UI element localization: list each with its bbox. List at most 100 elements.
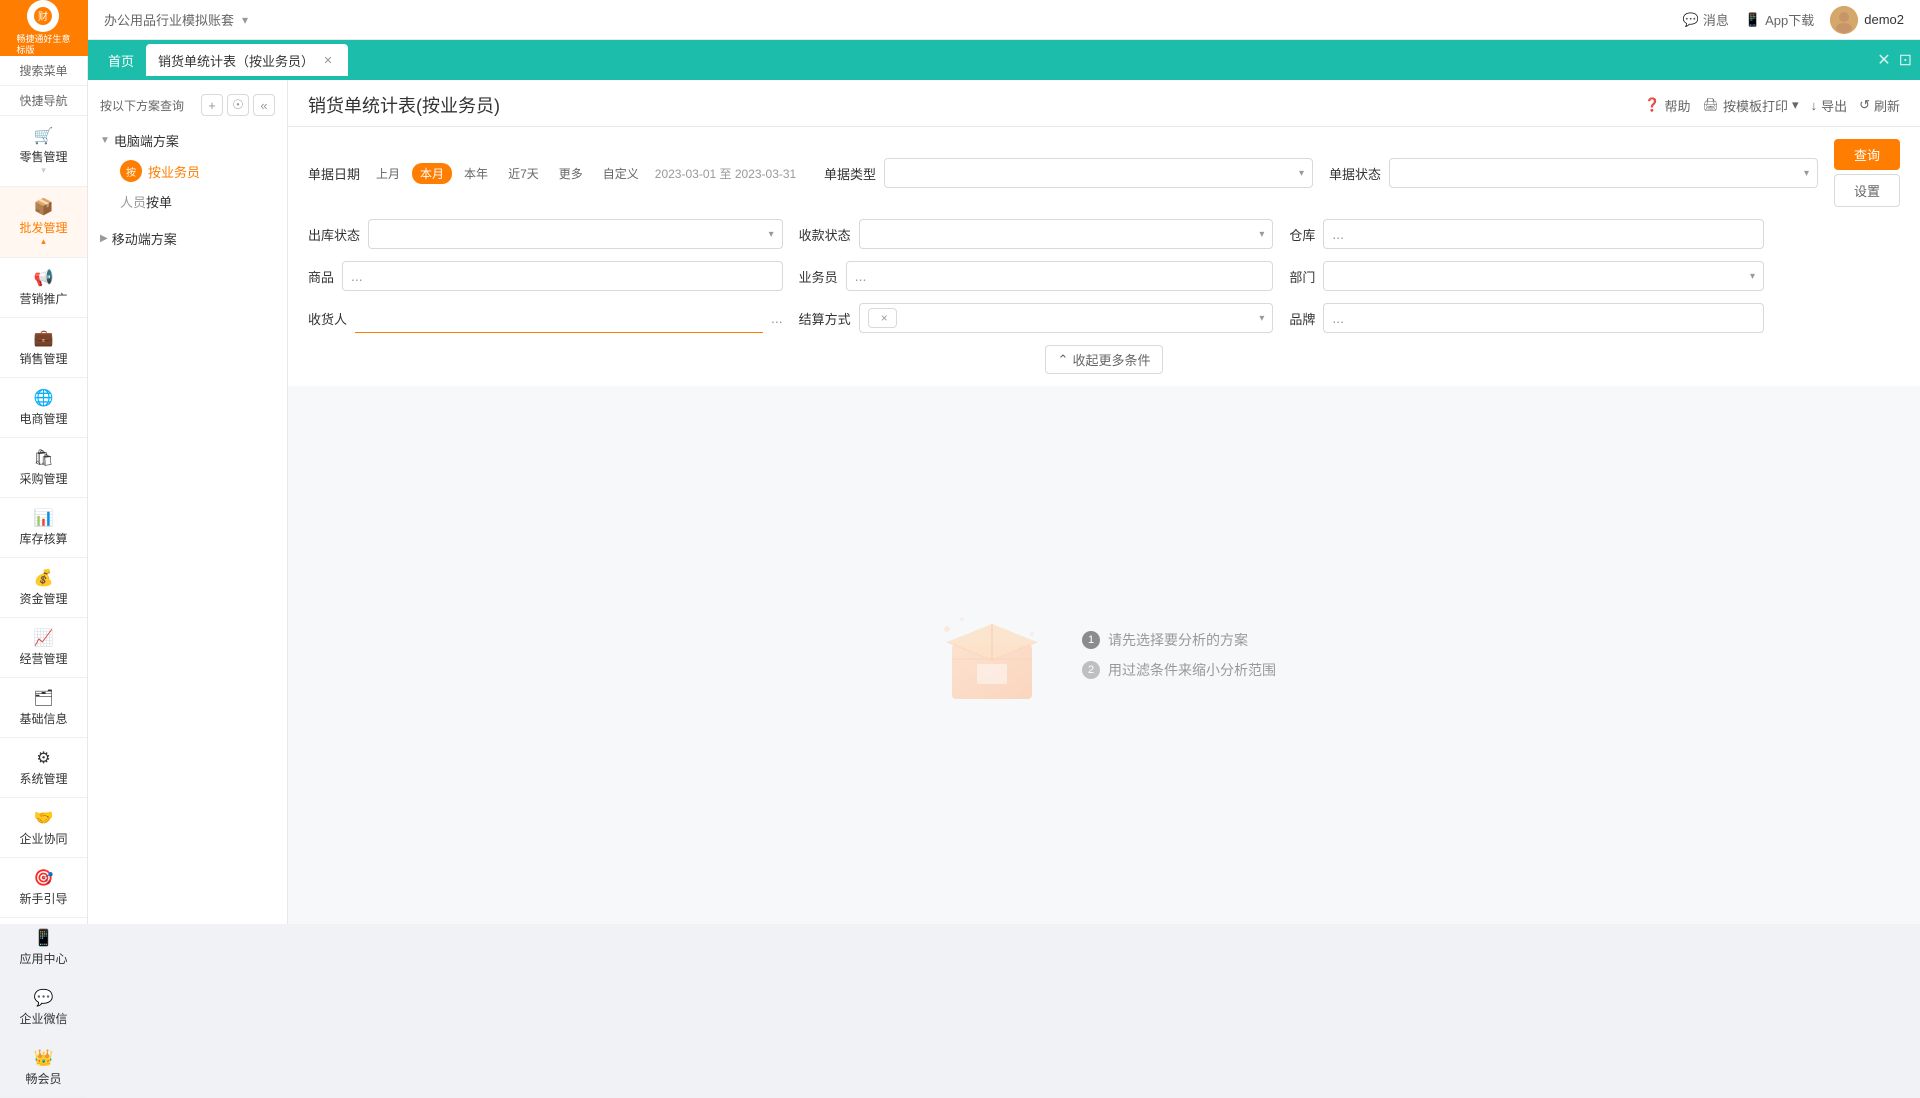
filter-brand-item: 品牌 ...: [1289, 303, 1764, 333]
date-btn-this-month[interactable]: 本月: [412, 163, 452, 184]
sidebar-item-finance[interactable]: 💰 资金管理: [0, 558, 87, 618]
header-dropdown-icon[interactable]: ▾: [242, 13, 248, 27]
header-right: 💬 消息 📱 App下载 demo2: [1683, 6, 1904, 34]
query-button[interactable]: 查询: [1834, 139, 1900, 170]
retail-icon: 🛒: [34, 126, 54, 146]
scheme-person-icon: 人员: [120, 192, 146, 211]
scheme-by-order[interactable]: 人员 按单: [108, 187, 287, 216]
sidebar-item-wholesale[interactable]: 📦 批发管理 ▴: [0, 187, 87, 258]
marketing-icon: 📢: [34, 268, 54, 288]
filter-row-3: 商品 ... 业务员 ... 部门: [308, 261, 1900, 291]
user-avatar[interactable]: [1830, 6, 1858, 34]
sidebar: 财 畅捷通好生意 标版 搜索菜单 快捷导航 🛒 零售管理 ▾ 📦 批发管理 ▴ …: [0, 0, 88, 924]
tree-desktop: ▼ 电脑端方案 按 按业务员 人员 按单: [88, 122, 287, 220]
wechat-icon: 💬: [34, 988, 54, 1008]
out-chevron-icon: ▾: [769, 229, 774, 240]
dept-select[interactable]: ▾: [1323, 261, 1764, 291]
filter-row-1: 单据日期 上月 本月 本年 近7天 更多 自定义 2023-03-01 至 20…: [308, 139, 1900, 207]
empty-hint-2: 2 用过滤条件来缩小分析范围: [1082, 660, 1276, 680]
template-print-button[interactable]: 🖨 按模板打印 ▾: [1703, 96, 1799, 115]
sidebar-item-basic[interactable]: 🗂 基础信息: [0, 678, 87, 738]
sidebar-item-marketing[interactable]: 📢 营销推广: [0, 258, 87, 318]
refresh-button[interactable]: ↺ 刷新: [1859, 96, 1900, 115]
export-button[interactable]: ↓ 导出: [1811, 96, 1848, 115]
add-scheme-button[interactable]: +: [201, 94, 223, 116]
sidebar-item-ecommerce[interactable]: 🌐 电商管理: [0, 378, 87, 438]
date-btn-more[interactable]: 更多: [551, 163, 591, 184]
collapse-button[interactable]: ⌃ 收起更多条件: [1045, 345, 1164, 374]
tab-home[interactable]: 首页: [96, 44, 146, 76]
download-icon: 📱: [1745, 12, 1761, 28]
filter-goods-item: 商品 ...: [308, 261, 783, 291]
scheme-by-staff[interactable]: 按 按业务员: [108, 155, 287, 187]
header-left: 办公用品行业模拟账套 ▾: [104, 10, 248, 29]
sidebar-item-sales[interactable]: 💼 销售管理: [0, 318, 87, 378]
sidebar-item-inventory[interactable]: 📊 库存核算: [0, 498, 87, 558]
out-select[interactable]: ▾: [368, 219, 783, 249]
sidebar-item-purchase[interactable]: 🛍 采购管理: [0, 438, 87, 498]
left-panel: 按以下方案查询 + ☉ « ▼ 电脑端方案 按 按业务员: [88, 80, 288, 924]
sidebar-item-newbie[interactable]: 🎯 新手引导: [0, 858, 87, 918]
receive-select[interactable]: ▾: [859, 219, 1274, 249]
sidebar-item-system[interactable]: ⚙ 系统管理: [0, 738, 87, 798]
date-btn-custom[interactable]: 自定义: [595, 163, 647, 184]
settings-button[interactable]: 设置: [1834, 174, 1900, 207]
sub-tree-desktop: 按 按业务员 人员 按单: [88, 155, 287, 216]
help-button[interactable]: ❓ 帮助: [1644, 96, 1690, 115]
tree-mobile-item[interactable]: ▶ 移动端方案: [88, 224, 287, 253]
sidebar-item-operations[interactable]: 📈 经营管理: [0, 618, 87, 678]
pay-tag-close[interactable]: ×: [881, 311, 888, 325]
download-button[interactable]: 📱 App下载: [1745, 10, 1814, 29]
sidebar-search[interactable]: 搜索菜单: [0, 56, 87, 86]
tree-collapse-icon: ▶: [100, 233, 108, 244]
status-chevron-icon: ▾: [1804, 168, 1809, 179]
sidebar-item-member[interactable]: 👑 畅会员: [0, 1038, 87, 1098]
filter-receiver-item: 收货人 ...: [308, 303, 783, 333]
logo-icon: 财: [27, 0, 59, 32]
content-area: 按以下方案查询 + ☉ « ▼ 电脑端方案 按 按业务员: [88, 80, 1920, 924]
sidebar-item-apps[interactable]: 📱 应用中心: [0, 918, 87, 978]
message-button[interactable]: 💬 消息: [1683, 10, 1729, 29]
status-select[interactable]: ▾: [1389, 158, 1818, 188]
header-title: 办公用品行业模拟账套: [104, 10, 234, 29]
left-panel-actions: + ☉ «: [201, 94, 275, 116]
staff-input[interactable]: ...: [846, 261, 1274, 291]
collapse-panel-button[interactable]: «: [253, 94, 275, 116]
goods-input[interactable]: ...: [342, 261, 783, 291]
pay-select[interactable]: × ▾: [859, 303, 1274, 333]
dept-label: 部门: [1289, 267, 1315, 286]
goods-label: 商品: [308, 267, 334, 286]
sidebar-item-retail[interactable]: 🛒 零售管理 ▾: [0, 116, 87, 187]
type-select[interactable]: ▾: [884, 158, 1313, 188]
page-header: 销货单统计表(按业务员) ❓ 帮助 🖨 按模板打印 ▾ ↓ 导出: [288, 80, 1920, 127]
receiver-input[interactable]: [355, 303, 763, 333]
filter-receive-item: 收款状态 ▾: [799, 219, 1274, 249]
basic-icon: 🗂: [33, 688, 53, 708]
date-btn-last-month[interactable]: 上月: [368, 163, 408, 184]
tab-sales-stat[interactable]: 销货单统计表（按业务员） ✕: [146, 44, 348, 76]
sidebar-nav-shortcut[interactable]: 快捷导航: [0, 86, 87, 116]
tab-close-all-icon[interactable]: ✕: [1877, 50, 1890, 70]
svg-text:财: 财: [38, 10, 48, 23]
warehouse-input[interactable]: ...: [1323, 219, 1764, 249]
pay-label: 结算方式: [799, 309, 851, 328]
dept-chevron-icon: ▾: [1750, 271, 1755, 282]
filter-out-item: 出库状态 ▾: [308, 219, 783, 249]
query-settings-buttons: 查询 设置: [1834, 139, 1900, 207]
edit-scheme-button[interactable]: ☉: [227, 94, 249, 116]
receiver-dots[interactable]: ...: [771, 310, 783, 326]
tab-close-icon[interactable]: ✕: [320, 52, 336, 68]
sidebar-item-enterprise[interactable]: 🤝 企业协同: [0, 798, 87, 858]
receive-chevron-icon: ▾: [1259, 229, 1264, 240]
date-btn-7days[interactable]: 近7天: [500, 163, 547, 184]
out-label: 出库状态: [308, 225, 360, 244]
brand-input[interactable]: ...: [1323, 303, 1764, 333]
right-panel: 销货单统计表(按业务员) ❓ 帮助 🖨 按模板打印 ▾ ↓ 导出: [288, 80, 1920, 924]
username-label[interactable]: demo2: [1864, 12, 1904, 27]
pay-tag: ×: [868, 308, 897, 328]
newbie-icon: 🎯: [34, 868, 54, 888]
sidebar-item-wechat[interactable]: 💬 企业微信: [0, 978, 87, 1038]
tab-maximize-icon[interactable]: ⊡: [1899, 50, 1912, 70]
tree-desktop-item[interactable]: ▼ 电脑端方案: [88, 126, 287, 155]
date-btn-this-year[interactable]: 本年: [456, 163, 496, 184]
